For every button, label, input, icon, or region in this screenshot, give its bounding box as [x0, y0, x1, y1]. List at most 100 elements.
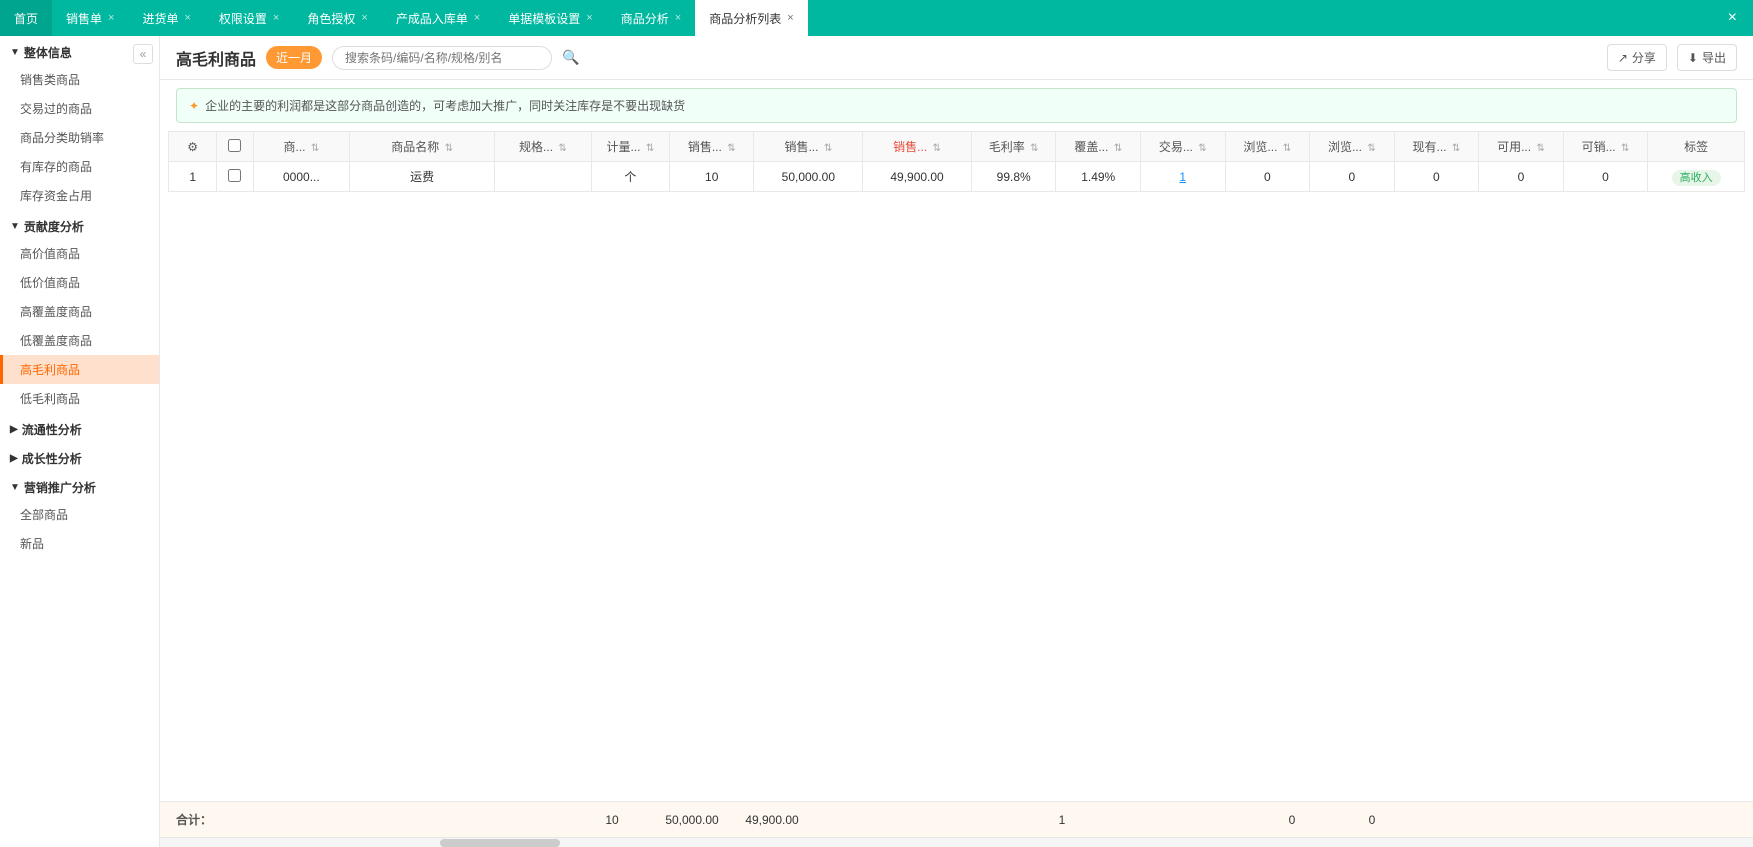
col-header-spec[interactable]: 规格... ⇅ — [495, 132, 592, 162]
sidebar-item-high-coverage[interactable]: 高覆盖度商品 — [0, 297, 159, 326]
sidebar-collapse-button[interactable]: « — [133, 44, 153, 64]
footer-values: 10 50,000.00 49,900.00 1 0 0 — [232, 813, 1737, 827]
cell-tag: 高收入 — [1648, 162, 1745, 192]
content-header: 高毛利商品 近一月 🔍 ↗ 分享 ⬇ 导出 — [160, 36, 1753, 80]
sort-icon-15: ⇅ — [1621, 143, 1629, 154]
col-header-trade[interactable]: 交易... ⇅ — [1140, 132, 1225, 162]
col-header-browse1[interactable]: 浏览... ⇅ — [1225, 132, 1310, 162]
close-purchase-order[interactable]: × — [184, 12, 190, 24]
settings-icon[interactable]: ⚙ — [187, 140, 198, 154]
nav-product-inbound[interactable]: 产成品入库单 × — [382, 0, 494, 36]
sidebar-item-high-margin[interactable]: 高毛利商品 — [0, 355, 159, 384]
close-goods-analysis[interactable]: × — [675, 12, 681, 24]
sidebar-item-traded-goods[interactable]: 交易过的商品 — [0, 94, 159, 123]
tag-high-income: 高收入 — [1672, 170, 1721, 186]
close-template-settings[interactable]: × — [586, 12, 592, 24]
sidebar-group-circulation[interactable]: ▶ 流通性分析 — [0, 413, 159, 442]
cell-gross-rate: 99.8% — [971, 162, 1056, 192]
share-icon: ↗ — [1618, 51, 1628, 65]
nav-permission-settings[interactable]: 权限设置 × — [205, 0, 293, 36]
scrollbar-thumb[interactable] — [440, 839, 560, 847]
col-header-unit[interactable]: 计量... ⇅ — [591, 132, 669, 162]
sort-icon-9: ⇅ — [1114, 143, 1122, 154]
sort-icon-5: ⇅ — [727, 143, 735, 154]
export-button[interactable]: ⬇ 导出 — [1677, 44, 1737, 71]
search-button[interactable]: 🔍 — [562, 49, 579, 66]
arrow-icon-2: ▼ — [10, 221, 20, 232]
close-role-auth[interactable]: × — [361, 12, 367, 24]
cell-sellable: 0 — [1563, 162, 1648, 192]
footer-spacer3 — [1102, 813, 1252, 827]
cell-index: 1 — [169, 162, 217, 192]
col-header-sale-qty[interactable]: 销售... ⇅ — [669, 132, 754, 162]
cell-code: 0000... — [253, 162, 350, 192]
header-actions: ↗ 分享 ⬇ 导出 — [1607, 44, 1737, 71]
sidebar-group-marketing[interactable]: ▼ 营销推广分析 — [0, 471, 159, 500]
search-input[interactable] — [332, 46, 552, 70]
col-header-cover[interactable]: 覆盖... ⇅ — [1056, 132, 1141, 162]
col-header-check[interactable] — [217, 132, 253, 162]
horizontal-scrollbar[interactable] — [160, 837, 1753, 847]
filter-button[interactable]: 近一月 — [266, 46, 322, 69]
footer-stock2: 0 — [1332, 813, 1412, 827]
trade-link[interactable]: 1 — [1179, 170, 1186, 184]
cell-check[interactable] — [217, 162, 253, 192]
cell-sale-profit: 49,900.00 — [863, 162, 972, 192]
col-header-code[interactable]: 商... ⇅ — [253, 132, 350, 162]
sort-icon-10: ⇅ — [1198, 143, 1206, 154]
sidebar-item-high-value[interactable]: 高价值商品 — [0, 239, 159, 268]
col-header-sale-amt[interactable]: 销售... ⇅ — [754, 132, 863, 162]
sidebar-item-new-goods[interactable]: 新品 — [0, 529, 159, 558]
cell-stock2: 0 — [1479, 162, 1564, 192]
sidebar-item-low-coverage[interactable]: 低覆盖度商品 — [0, 326, 159, 355]
sort-icon-8: ⇅ — [1030, 143, 1038, 154]
sort-icon-12: ⇅ — [1367, 143, 1375, 154]
sidebar-item-stock-capital[interactable]: 库存资金占用 — [0, 181, 159, 210]
sidebar-item-low-value[interactable]: 低价值商品 — [0, 268, 159, 297]
col-header-sellable[interactable]: 可销... ⇅ — [1563, 132, 1648, 162]
col-header-gross-rate[interactable]: 毛利率 ⇅ — [971, 132, 1056, 162]
footer-trade: 1 — [1022, 813, 1102, 827]
footer-spacer2 — [812, 813, 1022, 827]
nav-sales-order[interactable]: 销售单 × — [52, 0, 128, 36]
close-sales-order[interactable]: × — [108, 12, 114, 24]
sidebar-item-sales-goods[interactable]: 销售类商品 — [0, 65, 159, 94]
col-header-sale-profit[interactable]: 销售... ⇅ — [863, 132, 972, 162]
nav-goods-analysis[interactable]: 商品分析 × — [607, 0, 695, 36]
footer-summary: 合计： 10 50,000.00 49,900.00 1 0 0 — [160, 801, 1753, 837]
select-all-checkbox[interactable] — [228, 139, 241, 152]
row-checkbox[interactable] — [228, 169, 241, 182]
sidebar: « ▼ 整体信息 销售类商品 交易过的商品 商品分类助销率 有库存的商品 库存资… — [0, 36, 160, 847]
nav-home[interactable]: 首页 — [0, 0, 52, 36]
nav-template-settings[interactable]: 单据模板设置 × — [494, 0, 606, 36]
cell-sale-qty: 10 — [669, 162, 754, 192]
sidebar-item-in-stock-goods[interactable]: 有库存的商品 — [0, 152, 159, 181]
col-header-browse2[interactable]: 浏览... ⇅ — [1310, 132, 1395, 162]
close-permission-settings[interactable]: × — [273, 12, 279, 24]
sidebar-item-category-rate[interactable]: 商品分类助销率 — [0, 123, 159, 152]
content-area: 高毛利商品 近一月 🔍 ↗ 分享 ⬇ 导出 ✦ 企业的主要的利润都是这部分商品创… — [160, 36, 1753, 847]
sidebar-group-growth[interactable]: ▶ 成长性分析 — [0, 442, 159, 471]
footer-sale-qty: 10 — [572, 813, 652, 827]
sidebar-item-all-goods[interactable]: 全部商品 — [0, 500, 159, 529]
sort-icon-13: ⇅ — [1452, 143, 1460, 154]
close-product-inbound[interactable]: × — [474, 12, 480, 24]
close-goods-analysis-list[interactable]: × — [787, 12, 793, 24]
footer-spacer — [232, 813, 572, 827]
window-close-button[interactable]: × — [1712, 9, 1753, 27]
nav-purchase-order[interactable]: 进货单 × — [128, 0, 204, 36]
nav-role-auth[interactable]: 角色授权 × — [293, 0, 381, 36]
cell-cover: 1.49% — [1056, 162, 1141, 192]
sidebar-group-contribution[interactable]: ▼ 贡献度分析 — [0, 210, 159, 239]
share-button[interactable]: ↗ 分享 — [1607, 44, 1667, 71]
cell-sale-amt: 50,000.00 — [754, 162, 863, 192]
sidebar-item-low-margin[interactable]: 低毛利商品 — [0, 384, 159, 413]
col-header-stock1[interactable]: 现有... ⇅ — [1394, 132, 1479, 162]
col-header-name[interactable]: 商品名称 ⇅ — [350, 132, 495, 162]
col-header-stock2[interactable]: 可用... ⇅ — [1479, 132, 1564, 162]
cell-spec — [495, 162, 592, 192]
footer-stock1: 0 — [1252, 813, 1332, 827]
footer-sale-amt: 50,000.00 — [652, 813, 732, 827]
nav-goods-analysis-list[interactable]: 商品分析列表 × — [695, 0, 807, 36]
top-navigation: 首页 销售单 × 进货单 × 权限设置 × 角色授权 × 产成品入库单 × 单据… — [0, 0, 1753, 36]
